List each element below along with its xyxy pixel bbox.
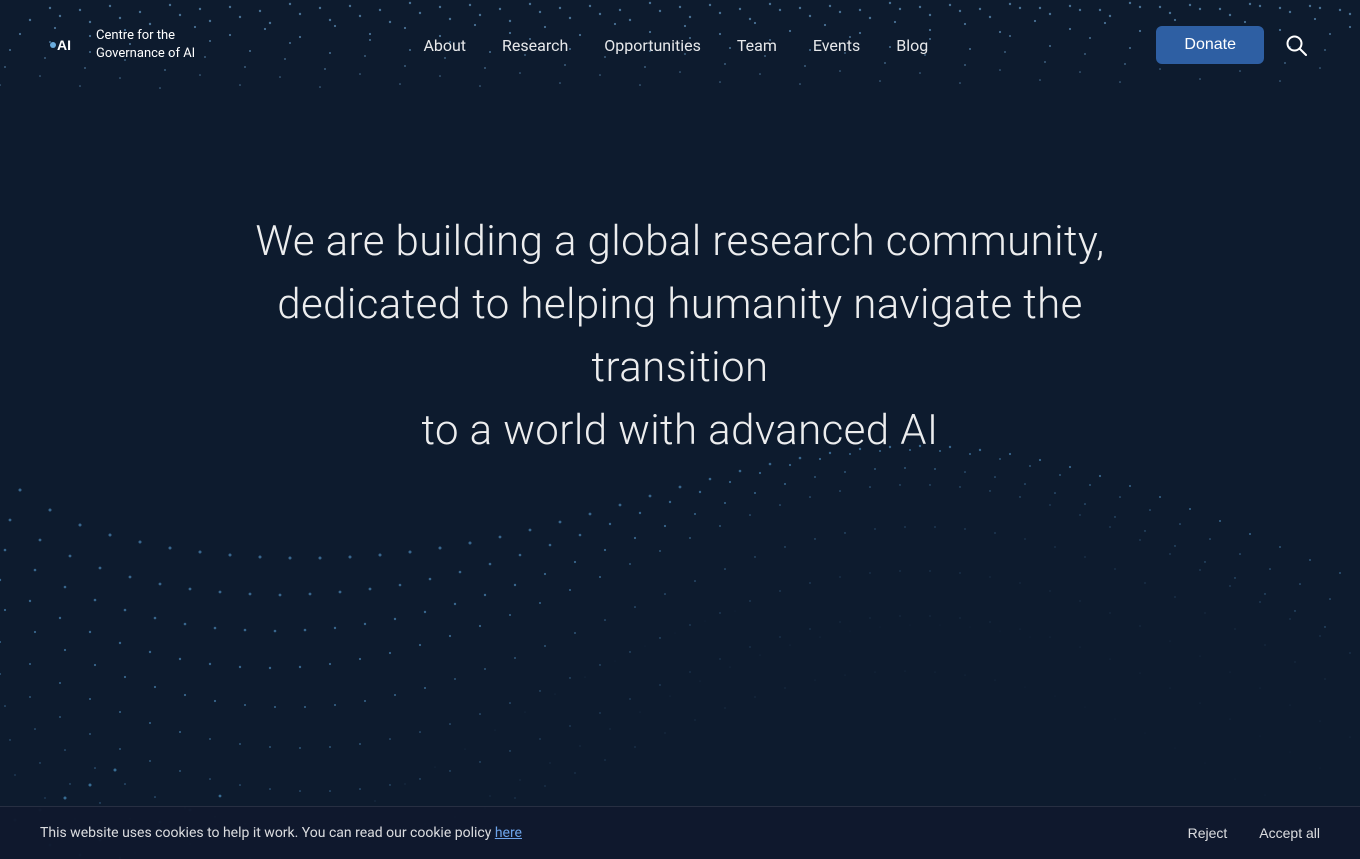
- donate-button[interactable]: Donate: [1156, 26, 1264, 64]
- logo-text: Centre for the Governance of AI: [96, 27, 195, 62]
- nav-opportunities[interactable]: Opportunities: [604, 36, 701, 55]
- cookie-reject-button[interactable]: Reject: [1188, 825, 1228, 841]
- cookie-actions: Reject Accept all: [1188, 825, 1320, 841]
- cookie-accept-button[interactable]: Accept all: [1259, 825, 1320, 841]
- nav-blog[interactable]: Blog: [896, 36, 928, 55]
- main-nav: About Research Opportunities Team Events…: [423, 36, 928, 55]
- logo[interactable]: AI Centre for the Governance of AI: [48, 27, 195, 63]
- cookie-banner: This website uses cookies to help it wor…: [0, 806, 1360, 859]
- cookie-message: This website uses cookies to help it wor…: [40, 825, 522, 841]
- nav-about[interactable]: About: [423, 36, 466, 55]
- search-icon: [1285, 34, 1307, 56]
- nav-research[interactable]: Research: [502, 36, 568, 55]
- header: AI Centre for the Governance of AI About…: [0, 0, 1360, 90]
- hero-section: We are building a global research commun…: [0, 150, 1360, 462]
- logo-icon: AI: [48, 27, 84, 63]
- nav-events[interactable]: Events: [813, 36, 860, 55]
- search-button[interactable]: [1280, 29, 1312, 61]
- hero-text: We are building a global research commun…: [230, 210, 1130, 462]
- nav-team[interactable]: Team: [737, 36, 777, 55]
- svg-text:AI: AI: [57, 37, 71, 53]
- cookie-policy-link[interactable]: here: [495, 825, 522, 841]
- nav-actions: Donate: [1156, 26, 1312, 64]
